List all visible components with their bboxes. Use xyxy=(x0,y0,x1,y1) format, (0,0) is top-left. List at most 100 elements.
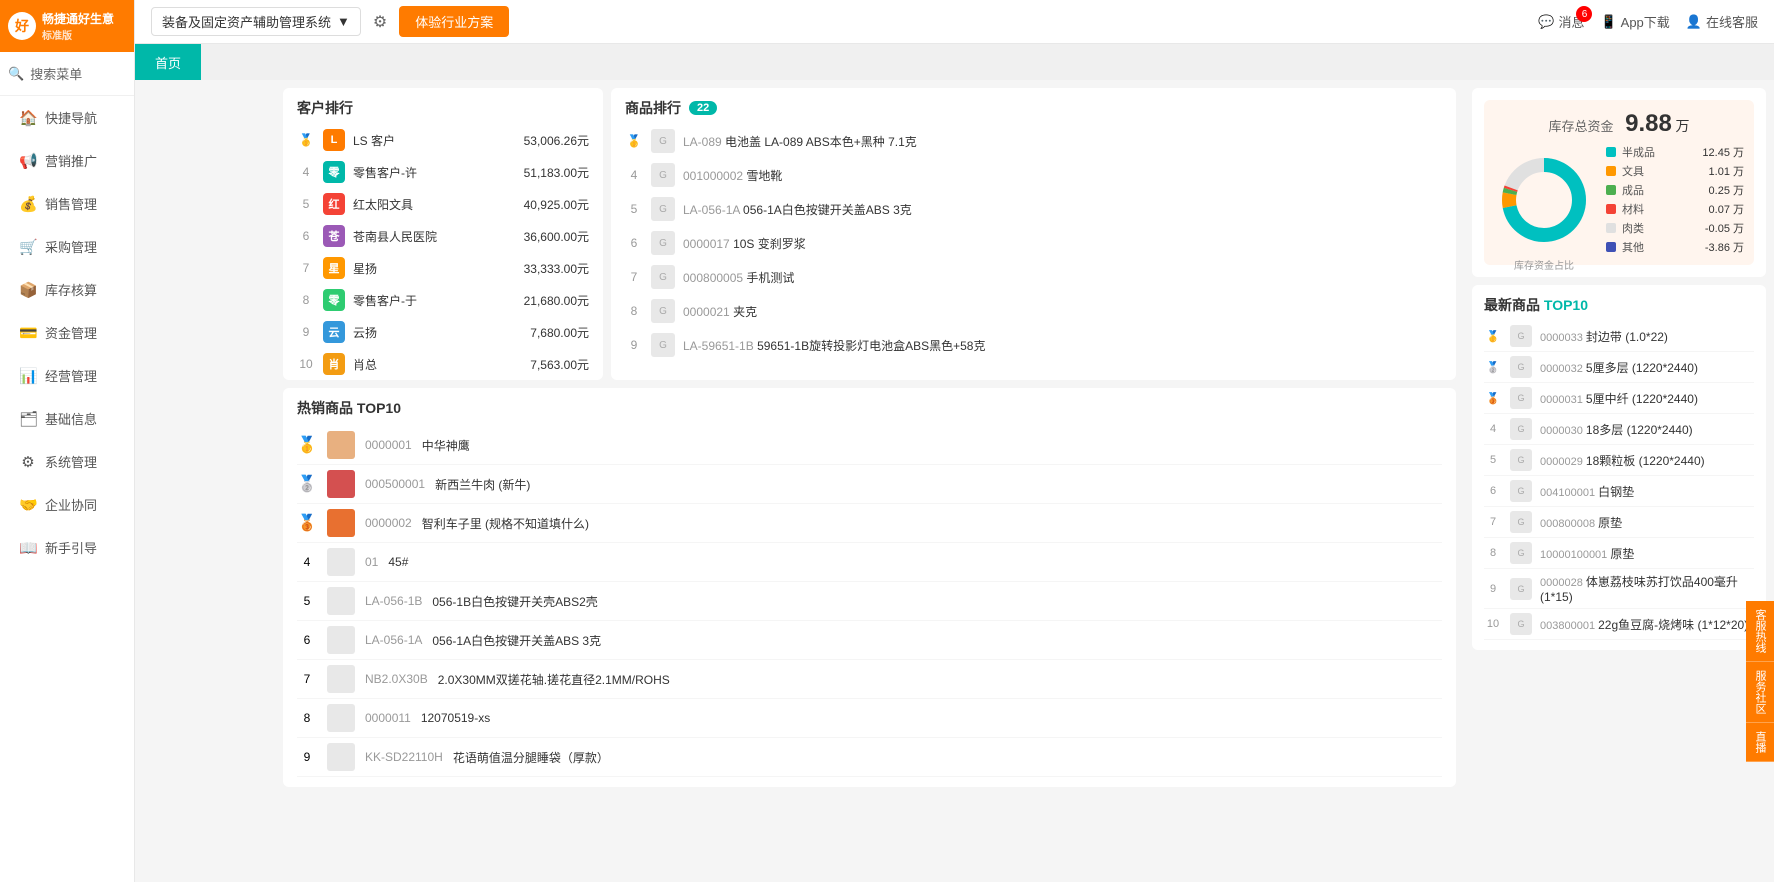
legend-label: 肉类 xyxy=(1622,220,1699,236)
customer-badge: 肖 xyxy=(323,353,345,375)
sidebar-item-marketing[interactable]: 📢 营销推广 xyxy=(0,139,134,182)
customer-badge: 云 xyxy=(323,321,345,343)
rank-num: 7 xyxy=(297,672,317,686)
settings-button[interactable]: ⚙ xyxy=(373,12,387,32)
product-code: 01 xyxy=(365,555,378,569)
latest-products-list: 🥇 G 0000033 封边带 (1.0*22) 🥈 G 0000032 5厘多… xyxy=(1484,321,1754,640)
system-selector[interactable]: 装备及固定资产辅助管理系统 ▼ xyxy=(151,7,361,36)
legend-item: 文具 1.01 万 xyxy=(1606,163,1744,179)
customer-name: 星扬 xyxy=(353,260,516,277)
customer-amount: 33,333.00元 xyxy=(524,260,589,277)
product-ranking-panel: 商品排行 22 🥇 G LA-089 电池盖 LA-089 ABS本色+黑种 7… xyxy=(611,88,1456,380)
online-service-btn[interactable]: 👤 在线客服 xyxy=(1686,12,1758,31)
page-tabs: 首页 xyxy=(135,44,1774,80)
right-panel: 库存总资金 9.88 万 xyxy=(1464,80,1774,882)
product-info: 000800005 手机测试 xyxy=(683,269,1442,286)
product-info: 0000017 10S 变刹罗浆 xyxy=(683,235,1442,252)
message-btn[interactable]: 💬 消息 6 xyxy=(1538,12,1584,31)
search-menu-button[interactable]: 🔍 搜索菜单 xyxy=(8,60,126,87)
product-thumb: G xyxy=(1510,542,1532,564)
sidebar-item-guide[interactable]: 📖 新手引导 xyxy=(0,526,134,569)
legend-color xyxy=(1606,147,1616,157)
dropdown-icon: ▼ xyxy=(337,14,350,29)
trial-button[interactable]: 体验行业方案 xyxy=(399,6,509,37)
donut-chart: 库存资金占比 xyxy=(1494,150,1594,250)
rank-medal: 🥇 xyxy=(625,134,643,148)
app-download-btn[interactable]: 📱 App下载 xyxy=(1600,12,1669,31)
product-thumb: G xyxy=(1510,613,1532,635)
inventory-header: 库存总资金 9.88 万 xyxy=(1494,110,1744,138)
product-info: 0000031 5厘中纤 (1220*2440) xyxy=(1540,390,1754,407)
sidebar-item-system[interactable]: ⚙ 系统管理 xyxy=(0,440,134,483)
top-row: 客户排行 🥇 L LS 客户 53,006.26元 4 零 零售客户-许 xyxy=(283,88,1456,380)
tab-home[interactable]: 首页 xyxy=(135,44,201,80)
content: 客户排行 🥇 L LS 客户 53,006.26元 4 零 零售客户-许 xyxy=(135,80,1774,882)
inventory-legend: 半成品 12.45 万 文具 1.01 万 成品 0 xyxy=(1606,144,1744,255)
sidebar-item-collab[interactable]: 🤝 企业协同 xyxy=(0,483,134,526)
sidebar-search-area: 🔍 搜索菜单 xyxy=(0,52,134,96)
list-item: 5 LA-056-1B 056-1B白色按键开关壳ABS2壳 xyxy=(297,582,1442,621)
purchase-icon: 🛒 xyxy=(19,238,37,256)
inventory-panel: 库存总资金 9.88 万 xyxy=(1472,88,1766,277)
tab-home-label: 首页 xyxy=(155,53,181,72)
sidebar-item-label: 营销推广 xyxy=(45,151,97,170)
product-name: 中华神鹰 xyxy=(422,437,1442,454)
customer-amount: 7,680.00元 xyxy=(530,324,589,341)
online-service-label: 在线客服 xyxy=(1706,12,1758,31)
list-item: 10 G 003800001 22g鱼豆腐-烧烤味 (1*12*20) xyxy=(1484,609,1754,640)
customer-name: LS 客户 xyxy=(353,132,516,149)
hot-products-panel: 热销商品 TOP10 🥇 0000001 中华神鹰 🥈 000500001 新西… xyxy=(283,388,1456,787)
float-customer-service[interactable]: 客服热线 xyxy=(1746,601,1774,662)
sidebar-item-label: 经营管理 xyxy=(45,366,97,385)
sidebar-item-label: 快捷导航 xyxy=(45,108,97,127)
customer-name: 苍南县人民医院 xyxy=(353,228,516,245)
list-item: 9 G 0000028 体崽荔枝味苏打饮品400毫升 (1*15) xyxy=(1484,569,1754,609)
product-info: 0000028 体崽荔枝味苏打饮品400毫升 (1*15) xyxy=(1540,573,1754,604)
main-area: 装备及固定资产辅助管理系统 ▼ ⚙ 体验行业方案 💬 消息 6 📱 App下载 … xyxy=(135,0,1774,882)
sidebar-item-inventory[interactable]: 📦 库存核算 xyxy=(0,268,134,311)
latest-products-panel: 最新商品 TOP10 🥇 G 0000033 封边带 (1.0*22) 🥈 G xyxy=(1472,285,1766,650)
sidebar-item-finance[interactable]: 💳 资金管理 xyxy=(0,311,134,354)
home-icon: 🏠 xyxy=(19,109,37,127)
list-item: 8 0000011 12070519-xs xyxy=(297,699,1442,738)
product-image xyxy=(327,665,355,693)
table-row: 8 G 0000021 夹克 xyxy=(611,294,1456,328)
sidebar-nav: 🏠 快捷导航 📢 营销推广 💰 销售管理 🛒 采购管理 📦 库存核算 💳 资金管… xyxy=(0,96,134,882)
float-community[interactable]: 服务社区 xyxy=(1746,662,1774,723)
customer-badge: L xyxy=(323,129,345,151)
list-item: 8 G 10000100001 原垫 xyxy=(1484,538,1754,569)
product-info: LA-056-1A 056-1A白色按键开关盖ABS 3克 xyxy=(683,201,1442,218)
customer-ranking-title: 客户排行 xyxy=(283,88,603,124)
sidebar-item-label: 库存核算 xyxy=(45,280,97,299)
rank-num: 9 xyxy=(297,750,317,764)
product-code: NB2.0X30B xyxy=(365,672,428,686)
sidebar-item-purchase[interactable]: 🛒 采购管理 xyxy=(0,225,134,268)
product-thumb: G xyxy=(651,333,675,357)
rank-num: 5 xyxy=(297,197,315,211)
sidebar-item-quick-nav[interactable]: 🏠 快捷导航 xyxy=(0,96,134,139)
topbar: 装备及固定资产辅助管理系统 ▼ ⚙ 体验行业方案 💬 消息 6 📱 App下载 … xyxy=(135,0,1774,44)
rank-num: 8 xyxy=(625,304,643,318)
product-thumb: G xyxy=(651,129,675,153)
product-code: 0000002 xyxy=(365,516,412,530)
customer-ranking-panel: 客户排行 🥇 L LS 客户 53,006.26元 4 零 零售客户-许 xyxy=(283,88,603,380)
list-item: 5 G 0000029 18颗粒板 (1220*2440) xyxy=(1484,445,1754,476)
float-live[interactable]: 直播 xyxy=(1746,723,1774,762)
list-item: 6 G 004100001 白钢垫 xyxy=(1484,476,1754,507)
table-row: 10 肖 肖总 7,563.00元 xyxy=(283,348,603,380)
table-row: 6 G 0000017 10S 变刹罗浆 xyxy=(611,226,1456,260)
sidebar-item-operations[interactable]: 📊 经营管理 xyxy=(0,354,134,397)
sidebar-item-sales[interactable]: 💰 销售管理 xyxy=(0,182,134,225)
table-row: 7 星 星扬 33,333.00元 xyxy=(283,252,603,284)
rank-num: 7 xyxy=(1484,516,1502,528)
sidebar-item-basics[interactable]: 🗂 基础信息 xyxy=(0,397,134,440)
product-code: 0000001 xyxy=(365,438,412,452)
customer-name: 零售客户-于 xyxy=(353,292,516,309)
rank-num: 8 xyxy=(297,711,317,725)
product-thumb: G xyxy=(1510,387,1532,409)
rank-num: 10 xyxy=(297,357,315,371)
product-name: 新西兰牛肉 (新牛) xyxy=(435,476,1442,493)
legend-color xyxy=(1606,223,1616,233)
product-name: 45# xyxy=(388,555,1442,569)
legend-value: 12.45 万 xyxy=(1702,144,1744,160)
